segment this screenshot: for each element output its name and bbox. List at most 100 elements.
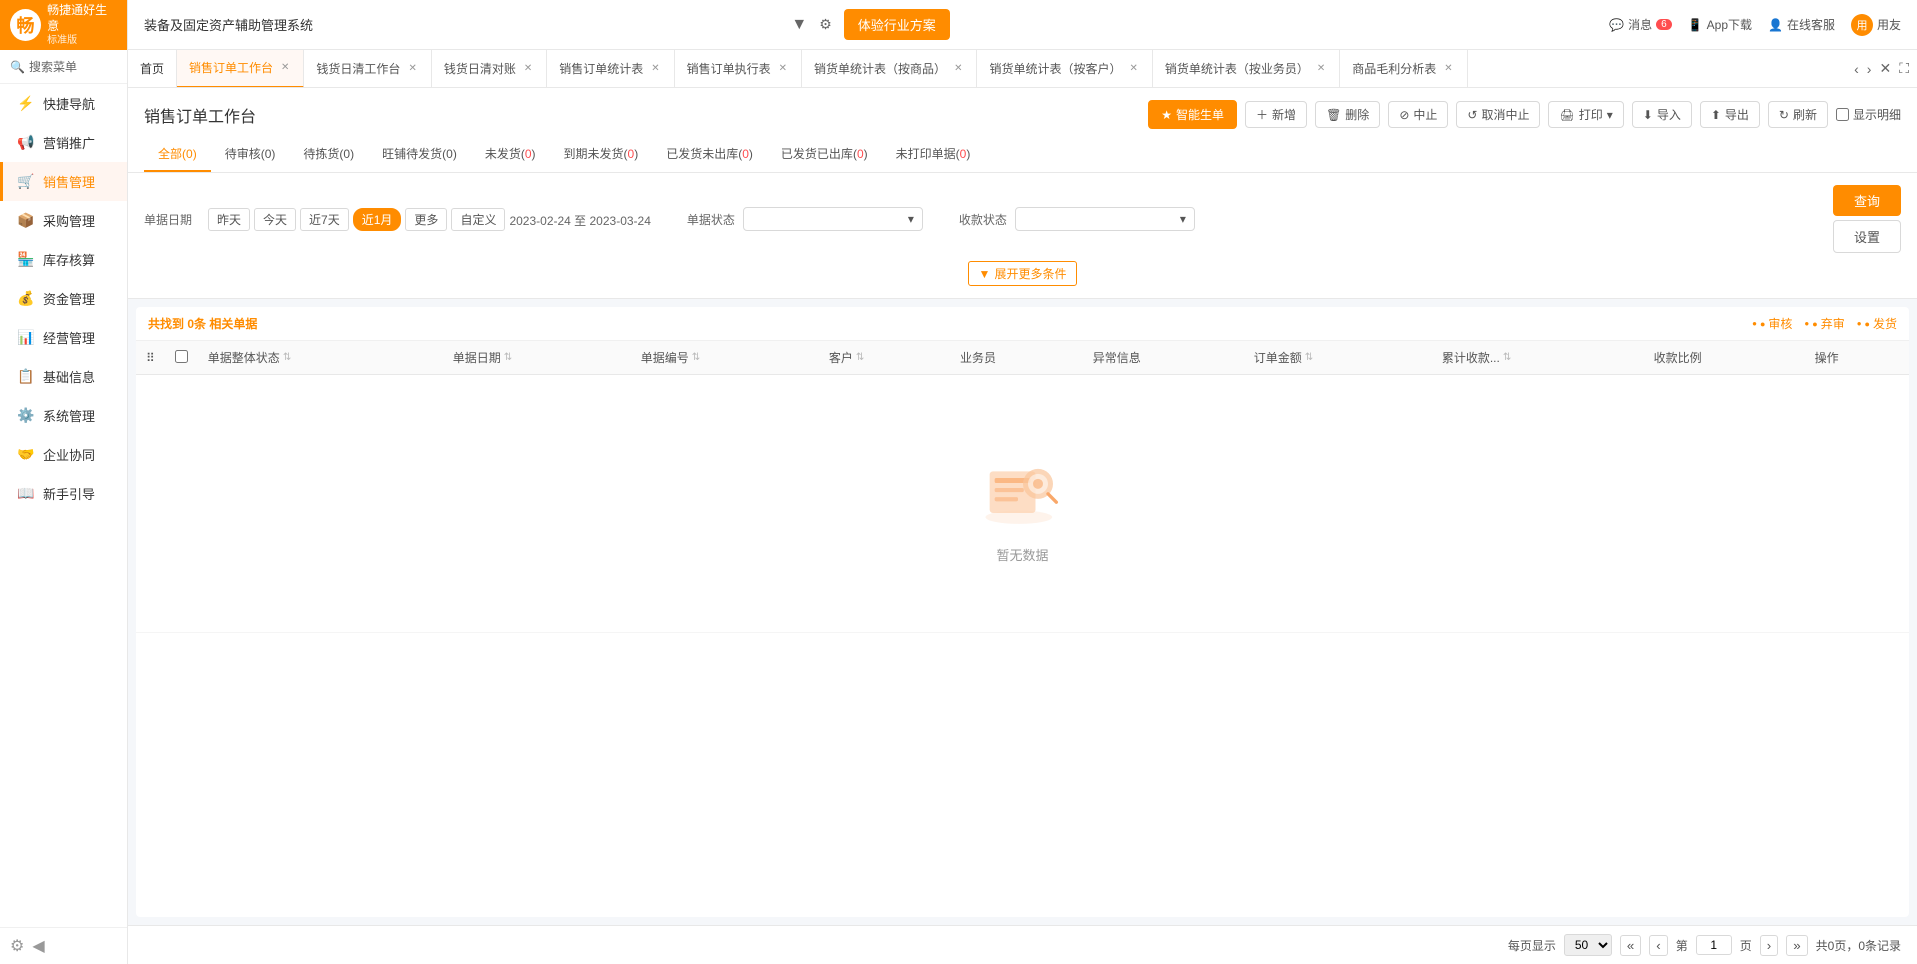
tab-product-margin[interactable]: 商品毛利分析表 ✕ [1340, 50, 1467, 88]
tab-close-stat-customer[interactable]: ✕ [1127, 63, 1139, 74]
tab-home[interactable]: 首页 [128, 50, 177, 88]
prev-page-btn[interactable]: ‹ [1649, 935, 1667, 956]
per-page-select[interactable]: 50 [1564, 934, 1612, 956]
th-collected[interactable]: 累计收款... ⇅ [1432, 341, 1644, 375]
refresh-button[interactable]: ↻ 刷新 [1768, 101, 1828, 128]
th-number[interactable]: 单据编号 ⇅ [631, 341, 819, 375]
tab-close-all[interactable]: ✕ [1877, 58, 1893, 79]
sidebar-item-enterprise[interactable]: 🤝 企业协同 [0, 435, 127, 474]
sidebar-item-finance[interactable]: 💰 资金管理 [0, 279, 127, 318]
tab-close-product-margin[interactable]: ✕ [1442, 63, 1454, 74]
audit-action[interactable]: ● 审核 [1752, 315, 1792, 332]
date-btn-custom[interactable]: 自定义 [451, 208, 505, 231]
expand-filter-button[interactable]: ▼ 展开更多条件 [968, 261, 1078, 286]
page-header: 销售订单工作台 ★ 智能生单 ＋ 新增 🗑 删除 ⊘ [128, 88, 1917, 173]
message-btn[interactable]: 💬 消息 6 [1609, 16, 1672, 33]
tab-maximize[interactable]: ⛶ [1897, 58, 1911, 79]
date-btn-yesterday[interactable]: 昨天 [208, 208, 250, 231]
tab-nav-next[interactable]: › [1865, 59, 1874, 79]
ship-action[interactable]: ● 发货 [1857, 315, 1897, 332]
tab-sales-stat-product[interactable]: 销货单统计表（按商品） ✕ [802, 50, 977, 88]
gear-icon[interactable]: ⚙ [819, 16, 832, 33]
th-date[interactable]: 单据日期 ⇅ [443, 341, 631, 375]
sub-tab-shipped-not-out[interactable]: 已发货未出库(0) [652, 137, 767, 172]
trial-button[interactable]: 体验行业方案 [844, 9, 950, 40]
payment-select[interactable]: ▾ [1015, 207, 1195, 231]
show-detail-checkbox[interactable] [1836, 108, 1849, 121]
system-settings-icon[interactable]: ▼ [791, 16, 807, 34]
next-page-btn[interactable]: › [1760, 935, 1778, 956]
print-button[interactable]: 🖨 打印 ▾ [1548, 101, 1623, 128]
sort-status-icon: ⇅ [283, 352, 291, 363]
user-btn[interactable]: 用 用友 [1851, 14, 1901, 36]
sidebar-item-quick-nav[interactable]: ⚡ 快捷导航 [0, 84, 127, 123]
th-amount[interactable]: 订单金额 ⇅ [1244, 341, 1432, 375]
th-checkbox[interactable] [165, 341, 198, 375]
import-button[interactable]: ⬇ 导入 [1632, 101, 1692, 128]
last-page-btn[interactable]: » [1786, 935, 1807, 956]
query-button[interactable]: 查询 [1833, 185, 1901, 216]
sidebar-item-guide[interactable]: 📖 新手引导 [0, 474, 127, 513]
date-btn-today[interactable]: 今天 [254, 208, 296, 231]
data-table: ⠿ 单据整体状态 ⇅ 单据日期 ⇅ [136, 341, 1909, 633]
sidebar-collapse-icon[interactable]: ◀ [32, 936, 44, 956]
tab-close-sales-exec[interactable]: ✕ [777, 63, 789, 74]
sidebar-search[interactable]: 🔍 搜索菜单 [0, 50, 127, 84]
first-page-btn[interactable]: « [1620, 935, 1641, 956]
tab-close-sales-stat[interactable]: ✕ [649, 63, 661, 74]
select-all-checkbox[interactable] [175, 350, 188, 363]
tab-sales-stat[interactable]: 销售订单统计表 ✕ [547, 50, 674, 88]
date-btn-more[interactable]: 更多 [405, 208, 447, 231]
sub-tab-pending-review[interactable]: 待审核(0) [211, 137, 290, 172]
tab-sales-stat-salesman[interactable]: 销货单统计表（按业务员） ✕ [1153, 50, 1340, 88]
date-btn-7days[interactable]: 近7天 [300, 208, 349, 231]
sidebar-settings-icon[interactable]: ⚙ [10, 936, 24, 956]
sub-tab-expired-not-shipped[interactable]: 到期未发货(0) [550, 137, 653, 172]
sidebar-item-inventory[interactable]: 🏪 库存核算 [0, 240, 127, 279]
online-service-btn[interactable]: 👤 在线客服 [1768, 16, 1835, 33]
tab-cash-daily[interactable]: 钱货日清工作台 ✕ [304, 50, 431, 88]
sidebar-item-marketing[interactable]: 📢 营销推广 [0, 123, 127, 162]
show-detail-label[interactable]: 显示明细 [1836, 106, 1901, 123]
sub-tab-pending-inspect[interactable]: 待拣货(0) [289, 137, 368, 172]
tab-sales-workbench[interactable]: 销售订单工作台 ✕ [177, 50, 304, 88]
sort-customer-icon: ⇅ [856, 352, 864, 363]
sub-tabs: 全部(0) 待审核(0) 待拣货(0) 旺铺待发货(0) 未发货(0) 到期未发… [144, 137, 1901, 172]
sidebar-item-purchase[interactable]: 📦 采购管理 [0, 201, 127, 240]
reject-action[interactable]: ● 弃审 [1804, 315, 1844, 332]
tab-close-stat-product[interactable]: ✕ [952, 63, 964, 74]
delete-button[interactable]: 🗑 删除 [1315, 101, 1380, 128]
sidebar-item-system[interactable]: ⚙️ 系统管理 [0, 396, 127, 435]
app-download-icon: 📱 [1688, 18, 1703, 32]
sidebar-item-sales[interactable]: 🛒 销售管理 [0, 162, 127, 201]
smart-order-button[interactable]: ★ 智能生单 [1148, 100, 1237, 129]
export-button[interactable]: ⬆ 导出 [1700, 101, 1760, 128]
sub-tab-all[interactable]: 全部(0) [144, 137, 211, 172]
date-btn-1month[interactable]: 近1月 [353, 208, 402, 231]
tab-cash-reconcile[interactable]: 钱货日清对账 ✕ [432, 50, 547, 88]
tab-close-cash-daily[interactable]: ✕ [406, 63, 418, 74]
delete-icon: 🗑 [1326, 108, 1341, 122]
set-button[interactable]: 设置 [1833, 220, 1901, 253]
sidebar-item-basic-info[interactable]: 📋 基础信息 [0, 357, 127, 396]
sub-tab-not-printed[interactable]: 未打印单据(0) [882, 137, 985, 172]
sub-tab-not-shipped[interactable]: 未发货(0) [471, 137, 550, 172]
app-download-btn[interactable]: 📱 App下载 [1688, 16, 1752, 33]
tab-sales-stat-customer[interactable]: 销货单统计表（按客户） ✕ [977, 50, 1152, 88]
status-select[interactable]: ▾ [743, 207, 923, 231]
sub-tab-shipped-out[interactable]: 已发货已出库(0) [767, 137, 882, 172]
tab-nav-prev[interactable]: ‹ [1852, 59, 1861, 79]
tab-close-cash-reconcile[interactable]: ✕ [522, 63, 534, 74]
cancel-pause-button[interactable]: ↺ 取消中止 [1456, 101, 1540, 128]
th-customer[interactable]: 客户 ⇅ [819, 341, 950, 375]
page-number-input[interactable] [1696, 935, 1732, 955]
add-button[interactable]: ＋ 新增 [1245, 101, 1307, 128]
tab-close-sales-workbench[interactable]: ✕ [279, 62, 291, 73]
tab-sales-exec[interactable]: 销售订单执行表 ✕ [675, 50, 802, 88]
pause-button[interactable]: ⊘ 中止 [1388, 101, 1448, 128]
query-action-area: 查询 设置 [1833, 185, 1901, 253]
th-status[interactable]: 单据整体状态 ⇅ [198, 341, 443, 375]
sidebar-item-operations[interactable]: 📊 经营管理 [0, 318, 127, 357]
tab-close-stat-salesman[interactable]: ✕ [1315, 63, 1327, 74]
sub-tab-wangpu-pending[interactable]: 旺铺待发货(0) [368, 137, 471, 172]
